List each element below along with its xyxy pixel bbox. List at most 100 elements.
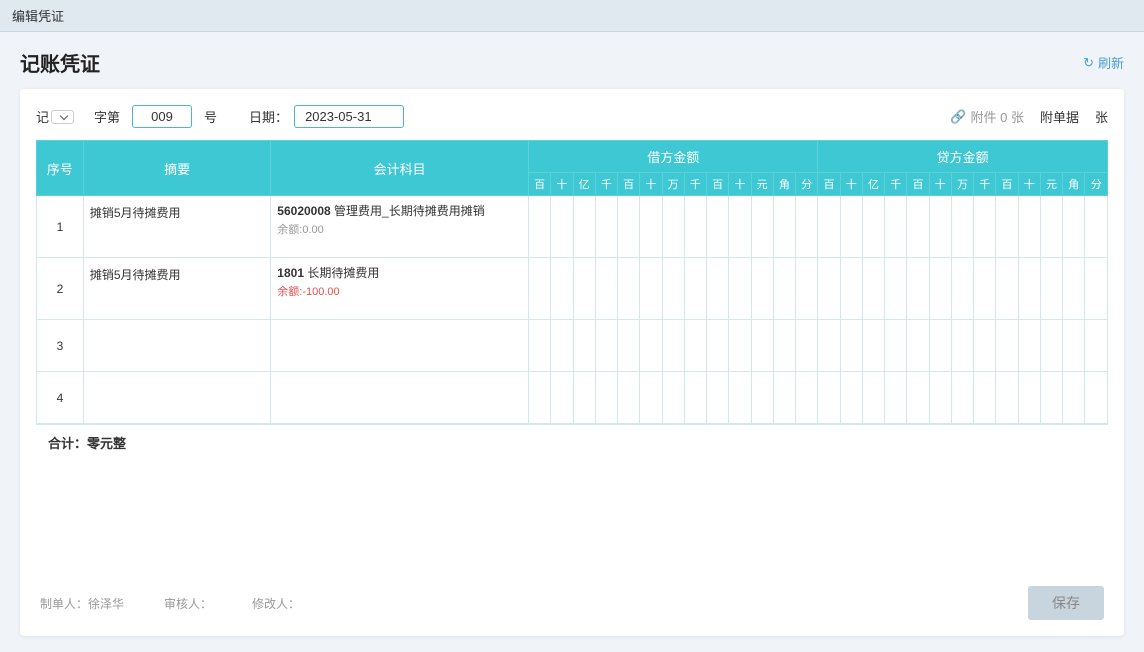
row-account[interactable]: 1801 长期待摊费用余额:-100.00 xyxy=(271,258,529,320)
debit-digit-8[interactable] xyxy=(684,196,706,258)
row-summary[interactable]: 摊销5月待摊费用 xyxy=(83,258,270,320)
credit-digit-5[interactable] xyxy=(907,320,929,372)
credit-digit-11[interactable] xyxy=(1040,196,1062,258)
credit-digit-1[interactable] xyxy=(818,372,840,424)
credit-digit-13[interactable] xyxy=(1085,196,1108,258)
debit-digit-6[interactable] xyxy=(640,258,662,320)
debit-digit-2[interactable] xyxy=(551,258,573,320)
credit-digit-7[interactable] xyxy=(951,372,973,424)
credit-digit-12[interactable] xyxy=(1063,258,1085,320)
type-dropdown[interactable] xyxy=(51,110,74,124)
debit-digit-7[interactable] xyxy=(662,372,684,424)
date-input[interactable] xyxy=(294,105,404,128)
credit-digit-9[interactable] xyxy=(996,258,1018,320)
row-summary[interactable] xyxy=(83,320,270,372)
debit-digit-13[interactable] xyxy=(796,258,818,320)
credit-digit-1[interactable] xyxy=(818,258,840,320)
credit-digit-4[interactable] xyxy=(885,372,907,424)
credit-digit-5[interactable] xyxy=(907,196,929,258)
debit-digit-13[interactable] xyxy=(796,320,818,372)
refresh-button[interactable]: ↻ 刷新 xyxy=(1083,53,1124,72)
credit-digit-11[interactable] xyxy=(1040,372,1062,424)
debit-digit-6[interactable] xyxy=(640,320,662,372)
credit-digit-10[interactable] xyxy=(1018,258,1040,320)
debit-digit-6[interactable] xyxy=(640,372,662,424)
voucher-number-input[interactable] xyxy=(132,105,192,128)
credit-digit-13[interactable] xyxy=(1085,258,1108,320)
debit-digit-2[interactable] xyxy=(551,320,573,372)
debit-digit-12[interactable] xyxy=(773,258,795,320)
debit-digit-10[interactable] xyxy=(729,196,751,258)
credit-digit-8[interactable] xyxy=(974,196,996,258)
credit-digit-12[interactable] xyxy=(1063,320,1085,372)
credit-digit-6[interactable] xyxy=(929,196,951,258)
debit-digit-8[interactable] xyxy=(684,258,706,320)
fujiandan-link[interactable]: 附单据 xyxy=(1040,107,1079,126)
credit-digit-10[interactable] xyxy=(1018,372,1040,424)
debit-digit-4[interactable] xyxy=(595,372,617,424)
debit-digit-12[interactable] xyxy=(773,372,795,424)
credit-digit-10[interactable] xyxy=(1018,196,1040,258)
debit-digit-8[interactable] xyxy=(684,320,706,372)
credit-digit-7[interactable] xyxy=(951,320,973,372)
credit-digit-13[interactable] xyxy=(1085,372,1108,424)
row-account[interactable]: 56020008 管理费用_长期待摊费用摊销余额:0.00 xyxy=(271,196,529,258)
credit-digit-4[interactable] xyxy=(885,196,907,258)
debit-digit-9[interactable] xyxy=(707,196,729,258)
credit-digit-7[interactable] xyxy=(951,258,973,320)
debit-digit-1[interactable] xyxy=(529,258,551,320)
debit-digit-4[interactable] xyxy=(595,196,617,258)
credit-digit-2[interactable] xyxy=(840,372,862,424)
row-account[interactable] xyxy=(271,320,529,372)
debit-digit-13[interactable] xyxy=(796,196,818,258)
credit-digit-3[interactable] xyxy=(862,258,884,320)
debit-digit-1[interactable] xyxy=(529,372,551,424)
debit-digit-3[interactable] xyxy=(573,196,595,258)
credit-digit-6[interactable] xyxy=(929,258,951,320)
credit-digit-9[interactable] xyxy=(996,320,1018,372)
debit-digit-3[interactable] xyxy=(573,372,595,424)
table-row[interactable]: 3 xyxy=(37,320,1108,372)
debit-digit-3[interactable] xyxy=(573,320,595,372)
debit-digit-4[interactable] xyxy=(595,320,617,372)
debit-digit-8[interactable] xyxy=(684,372,706,424)
credit-digit-3[interactable] xyxy=(862,372,884,424)
credit-digit-3[interactable] xyxy=(862,196,884,258)
debit-digit-7[interactable] xyxy=(662,196,684,258)
debit-digit-4[interactable] xyxy=(595,258,617,320)
debit-digit-2[interactable] xyxy=(551,372,573,424)
credit-digit-9[interactable] xyxy=(996,196,1018,258)
debit-digit-9[interactable] xyxy=(707,258,729,320)
table-row[interactable]: 1摊销5月待摊费用56020008 管理费用_长期待摊费用摊销余额:0.00 xyxy=(37,196,1108,258)
debit-digit-3[interactable] xyxy=(573,258,595,320)
debit-digit-2[interactable] xyxy=(551,196,573,258)
row-summary[interactable]: 摊销5月待摊费用 xyxy=(83,196,270,258)
row-account[interactable] xyxy=(271,372,529,424)
credit-digit-8[interactable] xyxy=(974,258,996,320)
table-row[interactable]: 4 xyxy=(37,372,1108,424)
credit-digit-4[interactable] xyxy=(885,258,907,320)
credit-digit-6[interactable] xyxy=(929,320,951,372)
credit-digit-8[interactable] xyxy=(974,372,996,424)
credit-digit-5[interactable] xyxy=(907,372,929,424)
credit-digit-4[interactable] xyxy=(885,320,907,372)
debit-digit-10[interactable] xyxy=(729,320,751,372)
debit-digit-9[interactable] xyxy=(707,320,729,372)
table-row[interactable]: 2摊销5月待摊费用1801 长期待摊费用余额:-100.00 xyxy=(37,258,1108,320)
credit-digit-11[interactable] xyxy=(1040,258,1062,320)
debit-digit-1[interactable] xyxy=(529,320,551,372)
credit-digit-3[interactable] xyxy=(862,320,884,372)
credit-digit-6[interactable] xyxy=(929,372,951,424)
attachment-link[interactable]: 🔗 附件 0 张 xyxy=(950,107,1024,126)
debit-digit-5[interactable] xyxy=(618,258,640,320)
debit-digit-5[interactable] xyxy=(618,196,640,258)
debit-digit-10[interactable] xyxy=(729,372,751,424)
credit-digit-2[interactable] xyxy=(840,258,862,320)
debit-digit-10[interactable] xyxy=(729,258,751,320)
save-button[interactable]: 保存 xyxy=(1028,586,1104,620)
credit-digit-9[interactable] xyxy=(996,372,1018,424)
debit-digit-12[interactable] xyxy=(773,196,795,258)
credit-digit-13[interactable] xyxy=(1085,320,1108,372)
credit-digit-2[interactable] xyxy=(840,320,862,372)
debit-digit-7[interactable] xyxy=(662,258,684,320)
